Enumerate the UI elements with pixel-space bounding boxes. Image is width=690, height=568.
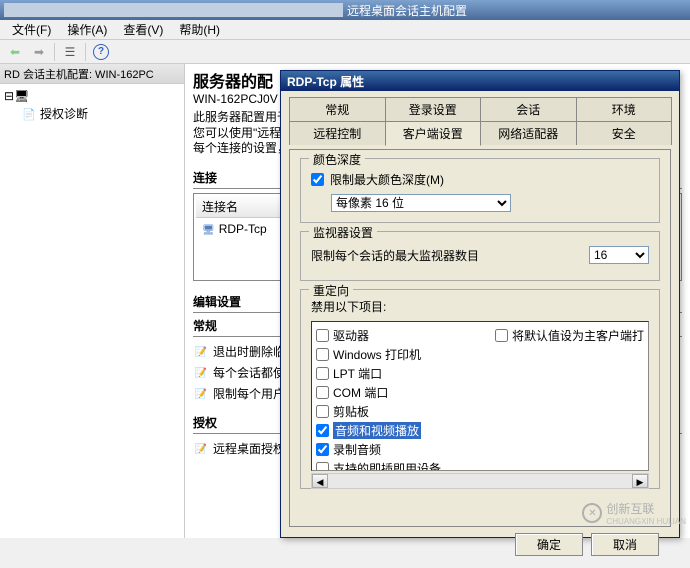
scroll-left-icon[interactable]: ◀ — [312, 474, 328, 488]
toolbar-back-icon[interactable] — [4, 42, 26, 62]
color-depth-select[interactable]: 每像素 16 位 — [331, 194, 511, 212]
list-item: 录制音频 — [316, 440, 496, 459]
toolbar-divider — [85, 43, 86, 61]
redirect-list[interactable]: 驱动器 Windows 打印机 LPT 端口 COM 端口 剪贴板 音频和视频播… — [311, 321, 649, 471]
computer-icon — [14, 89, 28, 103]
tab-content: 颜色深度 限制最大颜色深度(M) 每像素 16 位 监视器设置 限制每个会话的最… — [289, 149, 671, 527]
item-checkbox[interactable] — [316, 424, 329, 437]
dialog-buttons: 确定 取消 — [289, 527, 671, 562]
properties-dialog: RDP-Tcp 属性 常规 登录设置 会话 环境 远程控制 客户端设置 网络适配… — [280, 70, 680, 538]
license-icon — [22, 107, 36, 121]
list-item: 支持的即插即用设备 — [316, 459, 496, 471]
menubar: 文件(F) 操作(A) 查看(V) 帮助(H) — [0, 20, 690, 40]
toolbar-list-icon[interactable] — [59, 42, 81, 62]
edit-icon — [193, 386, 209, 400]
group-legend: 颜色深度 — [309, 151, 365, 168]
dialog-titlebar[interactable]: RDP-Tcp 属性 — [281, 71, 679, 91]
window-title: 远程桌面会话主机配置 — [347, 2, 686, 19]
menu-file[interactable]: 文件(F) — [4, 19, 59, 40]
left-panel: RD 会话主机配置: WIN-162PC ⊟ 授权诊断 — [0, 64, 185, 538]
expand-toggle-icon[interactable]: ⊟ — [4, 89, 14, 103]
edit-icon — [193, 344, 209, 358]
menu-help[interactable]: 帮助(H) — [171, 19, 228, 40]
redirect-group: 重定向 禁用以下项目: 驱动器 Windows 打印机 LPT 端口 COM 端… — [300, 289, 660, 489]
edit-icon — [193, 365, 209, 379]
rdp-icon — [202, 222, 219, 236]
ok-button[interactable]: 确定 — [515, 533, 583, 556]
item-checkbox[interactable] — [316, 386, 329, 399]
tree-root-item[interactable]: ⊟ — [4, 88, 180, 104]
group-legend: 监视器设置 — [309, 224, 377, 241]
group-legend: 重定向 — [309, 282, 353, 299]
tab-strip: 常规 登录设置 会话 环境 远程控制 客户端设置 网络适配器 安全 — [289, 97, 671, 145]
item-checkbox[interactable] — [316, 443, 329, 456]
list-item: LPT 端口 — [316, 364, 496, 383]
tab-general[interactable]: 常规 — [289, 97, 386, 121]
main-titlebar: 远程桌面会话主机配置 — [0, 0, 690, 20]
left-panel-header: RD 会话主机配置: WIN-162PC — [0, 64, 184, 84]
list-item: 驱动器 — [316, 326, 496, 345]
tree-view: ⊟ 授权诊断 — [0, 84, 184, 127]
color-depth-group: 颜色深度 限制最大颜色深度(M) 每像素 16 位 — [300, 158, 660, 223]
tab-environment[interactable]: 环境 — [576, 97, 673, 121]
disable-label: 禁用以下项目: — [311, 298, 649, 315]
tree-child-item[interactable]: 授权诊断 — [4, 104, 180, 123]
list-item: Windows 打印机 — [316, 345, 496, 364]
tab-remote-control[interactable]: 远程控制 — [289, 121, 386, 145]
toolbar-help-icon[interactable] — [90, 42, 112, 62]
toolbar — [0, 40, 690, 64]
menu-action[interactable]: 操作(A) — [59, 19, 115, 40]
limit-color-label: 限制最大颜色深度(M) — [330, 171, 444, 188]
tab-session[interactable]: 会话 — [480, 97, 577, 121]
edit-icon — [193, 441, 209, 455]
horizontal-scrollbar[interactable]: ◀ ▶ — [311, 473, 649, 489]
item-checkbox[interactable] — [316, 329, 329, 342]
tab-logon[interactable]: 登录设置 — [385, 97, 482, 121]
dialog-body: 常规 登录设置 会话 环境 远程控制 客户端设置 网络适配器 安全 颜色深度 限… — [281, 91, 679, 568]
tab-security[interactable]: 安全 — [576, 121, 673, 145]
toolbar-forward-icon — [28, 42, 50, 62]
item-checkbox[interactable] — [316, 367, 329, 380]
monitor-group: 监视器设置 限制每个会话的最大监视器数目 16 — [300, 231, 660, 281]
monitor-count-label: 限制每个会话的最大监视器数目 — [311, 247, 589, 264]
toolbar-divider — [54, 43, 55, 61]
item-checkbox[interactable] — [316, 462, 329, 471]
tab-client-settings[interactable]: 客户端设置 — [385, 121, 482, 146]
list-item: COM 端口 — [316, 383, 496, 402]
scroll-track[interactable] — [328, 474, 632, 488]
tree-child-label: 授权诊断 — [40, 105, 88, 122]
watermark-right: ✕ 创新互联 CHUANGXIN HULIAN — [582, 500, 686, 526]
app-icon — [4, 3, 343, 17]
menu-view[interactable]: 查看(V) — [115, 19, 171, 40]
watermark-logo-icon: ✕ — [582, 503, 602, 523]
item-checkbox[interactable] — [316, 348, 329, 361]
list-item: 剪贴板 — [316, 402, 496, 421]
list-item: 将默认值设为主客户端打 — [495, 326, 644, 345]
limit-color-checkbox[interactable] — [311, 173, 324, 186]
item-checkbox[interactable] — [316, 405, 329, 418]
tab-network-adapter[interactable]: 网络适配器 — [480, 121, 577, 145]
scroll-right-icon[interactable]: ▶ — [632, 474, 648, 488]
item-checkbox[interactable] — [495, 329, 508, 342]
cancel-button[interactable]: 取消 — [591, 533, 659, 556]
dialog-title: RDP-Tcp 属性 — [287, 73, 364, 90]
list-item-selected: 音频和视频播放 — [316, 421, 496, 440]
monitor-count-select[interactable]: 16 — [589, 246, 649, 264]
